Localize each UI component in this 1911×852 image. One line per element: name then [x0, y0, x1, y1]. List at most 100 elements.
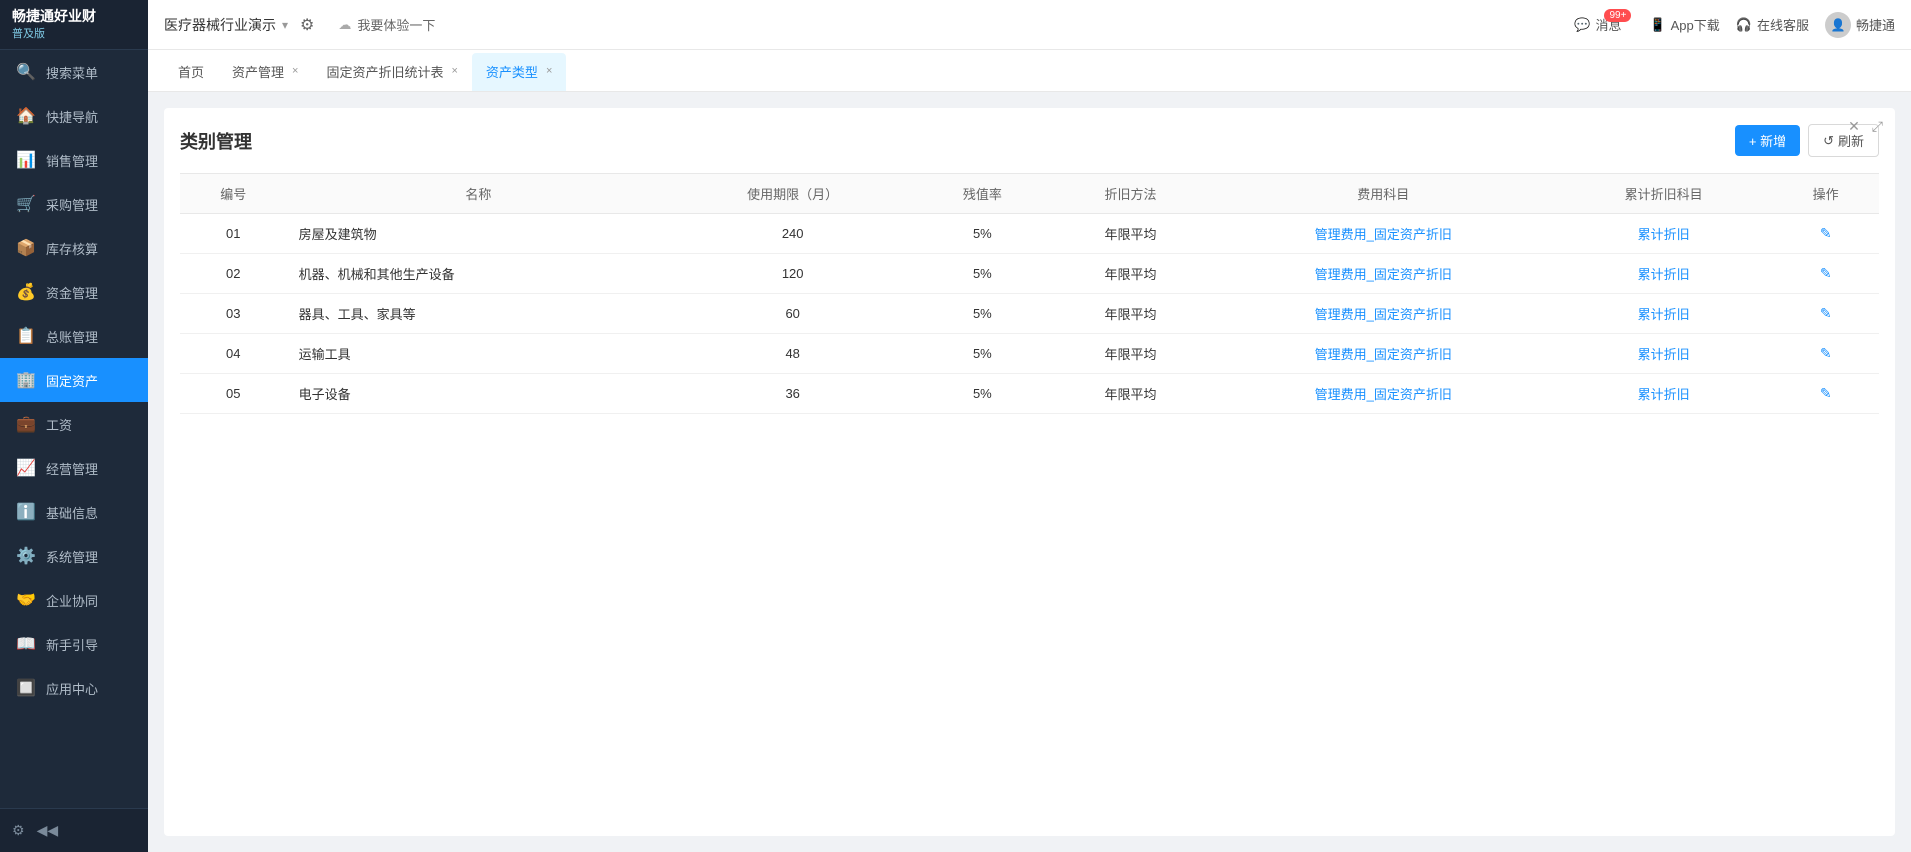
topbar-left: 医疗器械行业演示 ▾ ⚙ ☁ 我要体验一下 — [164, 15, 1574, 35]
online-service-btn[interactable]: 🎧 在线客服 — [1736, 15, 1809, 34]
new-button[interactable]: + 新增 — [1735, 125, 1800, 156]
page-title: 类别管理 — [180, 128, 252, 154]
user-area[interactable]: 👤 畅捷通 — [1825, 12, 1895, 38]
tabbar: 首页资产管理×固定资产折旧统计表×资产类型× — [148, 50, 1911, 92]
sidebar-label-inventory: 库存核算 — [46, 239, 98, 258]
cell-row3-col6: 累计折旧 — [1555, 334, 1772, 374]
tab-close-asset-manage[interactable]: × — [292, 65, 298, 77]
table-row: 04运输工具485%年限平均管理费用_固定资产折旧累计折旧✎ — [180, 334, 1879, 374]
sidebar-item-ledger[interactable]: 📋总账管理 — [0, 314, 148, 358]
sidebar-item-inventory[interactable]: 📦库存核算 — [0, 226, 148, 270]
app-name: 畅捷通好业财 — [12, 8, 96, 25]
sidebar-label-app-center: 应用中心 — [46, 679, 98, 698]
expand-icon[interactable]: ⤢ — [1868, 116, 1887, 137]
system-icon: ⚙️ — [16, 546, 36, 566]
cell-row0-col6: 累计折旧 — [1555, 214, 1772, 254]
tab-close-depreciation-table[interactable]: × — [451, 65, 457, 77]
tab-home[interactable]: 首页 — [164, 53, 218, 91]
cell-row1-col6: 累计折旧 — [1555, 254, 1772, 294]
avatar: 👤 — [1825, 12, 1851, 38]
sidebar-item-quick-nav[interactable]: 🏠快捷导航 — [0, 94, 148, 138]
table-row: 02机器、机械和其他生产设备1205%年限平均管理费用_固定资产折旧累计折旧✎ — [180, 254, 1879, 294]
cell-row3-col3: 5% — [915, 334, 1049, 374]
tab-depreciation-table[interactable]: 固定资产折旧统计表× — [312, 53, 471, 91]
tab-close-asset-type[interactable]: × — [546, 65, 552, 77]
sidebar-nav: 🔍搜索菜单🏠快捷导航 📊 销售管理 🛒 采购管理 📦库存核算💰资金管理📋总账管理🏢固定资产… — [0, 50, 148, 808]
close-icon[interactable]: ✕ — [1844, 116, 1864, 137]
refresh-icon: ↺ — [1823, 133, 1834, 149]
sidebar-item-search[interactable]: 🔍搜索菜单 — [0, 50, 148, 94]
sidebar-item-sales[interactable]: 📊 销售管理 — [0, 138, 148, 182]
sidebar-item-capital[interactable]: 💰资金管理 — [0, 270, 148, 314]
action-cell-3: ✎ — [1772, 334, 1879, 374]
cell-row0-col5: 管理费用_固定资产折旧 — [1211, 214, 1555, 254]
col-header-使用期限（月）: 使用期限（月） — [670, 174, 915, 214]
action-cell-0: ✎ — [1772, 214, 1879, 254]
table-row: 03器具、工具、家具等605%年限平均管理费用_固定资产折旧累计折旧✎ — [180, 294, 1879, 334]
edit-button-row1[interactable]: ✎ — [1820, 265, 1832, 281]
cell-row2-col0[interactable]: 03 — [180, 294, 287, 334]
sidebar-logo: 畅捷通好业财 普及版 — [0, 0, 148, 50]
user-name: 畅捷通 — [1856, 15, 1895, 34]
cell-row3-col1: 运输工具 — [287, 334, 671, 374]
collapse-icon[interactable]: ◀◀ — [37, 822, 59, 839]
sidebar-item-salary[interactable]: 💼工资 — [0, 402, 148, 446]
sidebar-label-fixed-assets: 固定资产 — [46, 371, 98, 390]
salary-icon: 💼 — [16, 414, 36, 434]
sidebar-item-app-center[interactable]: 🔲 应用中心 — [0, 666, 148, 710]
cell-row1-col0[interactable]: 02 — [180, 254, 287, 294]
sidebar-label-ledger: 总账管理 — [46, 327, 98, 346]
app-center-icon: 🔲 — [16, 678, 36, 698]
cell-row2-col3: 5% — [915, 294, 1049, 334]
edit-button-row0[interactable]: ✎ — [1820, 225, 1832, 241]
cell-row4-col1: 电子设备 — [287, 374, 671, 414]
cell-row2-col1: 器具、工具、家具等 — [287, 294, 671, 334]
edit-button-row3[interactable]: ✎ — [1820, 345, 1832, 361]
sidebar-item-operations[interactable]: 📈经营管理 — [0, 446, 148, 490]
col-header-操作: 操作 — [1772, 174, 1879, 214]
tab-asset-manage[interactable]: 资产管理 × — [218, 53, 312, 91]
sidebar-label-operations: 经营管理 — [46, 459, 98, 478]
search-icon: 🔍 — [16, 62, 36, 82]
app-download-btn[interactable]: 📱 App下载 — [1649, 15, 1719, 34]
table-row: 01房屋及建筑物2405%年限平均管理费用_固定资产折旧累计折旧✎ — [180, 214, 1879, 254]
quick-nav-icon: 🏠 — [16, 106, 36, 126]
sidebar-label-purchase: 采购管理 — [46, 195, 98, 214]
sidebar-item-guide[interactable]: 📖新手引导 — [0, 622, 148, 666]
sidebar-item-purchase[interactable]: 🛒 采购管理 — [0, 182, 148, 226]
enterprise-icon: 🤝 — [16, 590, 36, 610]
settings-icon[interactable]: ⚙ — [12, 822, 25, 839]
tab-label-asset-manage: 资产管理 — [232, 62, 284, 81]
sidebar-label-sales: 销售管理 — [46, 151, 98, 170]
sidebar-label-system: 系统管理 — [46, 547, 98, 566]
sidebar: 畅捷通好业财 普及版 🔍搜索菜单🏠快捷导航 📊 销售管理 🛒 采购管理 📦库存核算💰资金管… — [0, 0, 148, 852]
experience-btn[interactable]: ☁ 我要体验一下 — [338, 15, 435, 34]
cell-row0-col3: 5% — [915, 214, 1049, 254]
sidebar-item-basic-info[interactable]: ℹ️基础信息 — [0, 490, 148, 534]
sidebar-item-fixed-assets[interactable]: 🏢固定资产 — [0, 358, 148, 402]
page-container: ✕ ⤢ 类别管理 + 新增 ↺ 刷新 编号名称使用期限（月） — [164, 108, 1895, 836]
cell-row1-col4: 年限平均 — [1049, 254, 1211, 294]
cell-row4-col0[interactable]: 05 — [180, 374, 287, 414]
module-selector[interactable]: 医疗器械行业演示 ▾ — [164, 15, 288, 35]
cell-row1-col5: 管理费用_固定资产折旧 — [1211, 254, 1555, 294]
sidebar-item-system[interactable]: ⚙️ 系统管理 — [0, 534, 148, 578]
gear-icon[interactable]: ⚙ — [300, 15, 314, 35]
cell-row4-col2: 36 — [670, 374, 915, 414]
sidebar-bottom: ⚙ ◀◀ — [0, 808, 148, 852]
edit-button-row4[interactable]: ✎ — [1820, 385, 1832, 401]
sidebar-item-enterprise[interactable]: 🤝企业协同 — [0, 578, 148, 622]
cell-row0-col0[interactable]: 01 — [180, 214, 287, 254]
app-download-icon: 📱 — [1649, 17, 1665, 33]
sales-icon: 📊 — [16, 150, 36, 170]
cell-row4-col3: 5% — [915, 374, 1049, 414]
cell-row3-col0[interactable]: 04 — [180, 334, 287, 374]
col-header-编号: 编号 — [180, 174, 287, 214]
tab-asset-type[interactable]: 资产类型× — [472, 53, 566, 91]
topbar: 医疗器械行业演示 ▾ ⚙ ☁ 我要体验一下 💬 消息 99+ 📱 App下载 🎧… — [148, 0, 1911, 50]
message-btn[interactable]: 💬 消息 99+ — [1574, 15, 1621, 34]
edit-button-row2[interactable]: ✎ — [1820, 305, 1832, 321]
purchase-icon: 🛒 — [16, 194, 36, 214]
online-service-label: 在线客服 — [1757, 15, 1809, 34]
experience-label: 我要体验一下 — [357, 15, 435, 34]
